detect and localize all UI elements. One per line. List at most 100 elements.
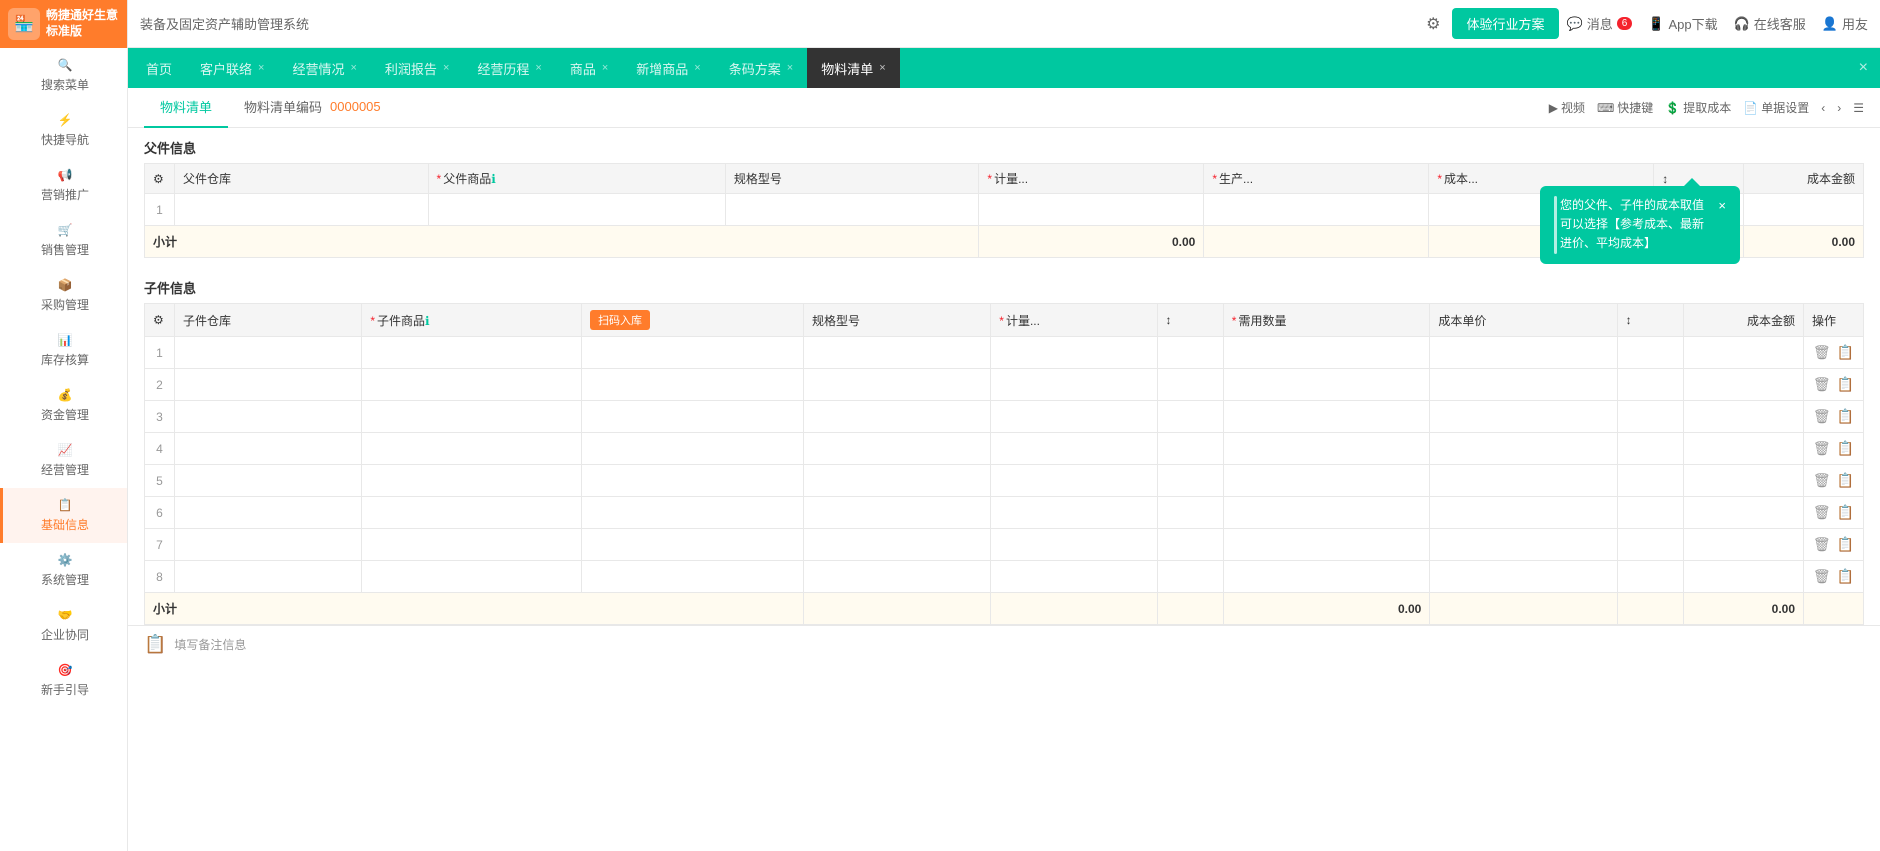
parent-qty-cell[interactable] bbox=[979, 194, 1204, 226]
child-needed-qty-cell[interactable] bbox=[1223, 529, 1430, 561]
child-spec-cell[interactable] bbox=[803, 401, 990, 433]
child-unit-cost-cell[interactable] bbox=[1430, 497, 1617, 529]
child-spec-cell[interactable] bbox=[803, 337, 990, 369]
extract-cost-btn[interactable]: 💲 提取成本 bbox=[1665, 99, 1731, 116]
close-tab-history[interactable]: × bbox=[535, 62, 541, 74]
sub-tab-bom[interactable]: 物料清单 bbox=[144, 88, 228, 128]
tab-barcode[interactable]: 条码方案 × bbox=[715, 48, 807, 88]
sidebar-item-inventory[interactable]: 📊 库存核算 bbox=[0, 323, 127, 378]
child-unit-cell[interactable] bbox=[991, 337, 1157, 369]
copy-icon[interactable]: 📋 bbox=[1837, 376, 1854, 393]
tab-operations[interactable]: 经营情况 × bbox=[278, 48, 370, 88]
child-unit-cell[interactable] bbox=[991, 497, 1157, 529]
online-service-btn[interactable]: 🎧 在线客服 bbox=[1734, 14, 1806, 33]
child-warehouse-cell[interactable] bbox=[175, 497, 362, 529]
tab-goods[interactable]: 商品 × bbox=[556, 48, 622, 88]
parent-prod-cell[interactable] bbox=[1204, 194, 1429, 226]
sidebar-item-basic[interactable]: 📋 基础信息 bbox=[0, 488, 127, 543]
child-goods-cell[interactable] bbox=[362, 497, 582, 529]
child-spec-cell[interactable] bbox=[803, 433, 990, 465]
user-menu[interactable]: 👤 用友 bbox=[1822, 14, 1868, 33]
copy-icon[interactable]: 📋 bbox=[1837, 536, 1854, 553]
parent-warehouse-cell[interactable] bbox=[175, 194, 429, 226]
child-spec-cell[interactable] bbox=[803, 369, 990, 401]
sidebar-item-operations[interactable]: 📈 经营管理 bbox=[0, 433, 127, 488]
child-unit-cost-cell[interactable] bbox=[1430, 401, 1617, 433]
child-unit-cost-cell[interactable] bbox=[1430, 433, 1617, 465]
gear-icon[interactable]: ⚙ bbox=[153, 172, 164, 186]
shortcut-btn[interactable]: ⌨ 快捷键 bbox=[1597, 99, 1653, 116]
close-tab-profit[interactable]: × bbox=[443, 62, 449, 74]
child-unit-cost-cell[interactable] bbox=[1430, 465, 1617, 497]
child-unit-cost-cell[interactable] bbox=[1430, 369, 1617, 401]
child-needed-qty-cell[interactable] bbox=[1223, 401, 1430, 433]
view-toggle-btn[interactable]: ☰ bbox=[1853, 101, 1864, 115]
close-tab-operations[interactable]: × bbox=[350, 62, 356, 74]
sidebar-item-finance[interactable]: 💰 资金管理 bbox=[0, 378, 127, 433]
tab-new-goods[interactable]: 新增商品 × bbox=[622, 48, 714, 88]
child-warehouse-cell[interactable] bbox=[175, 561, 362, 593]
child-unit-cell[interactable] bbox=[991, 465, 1157, 497]
child-goods-cell[interactable] bbox=[362, 529, 582, 561]
copy-icon[interactable]: 📋 bbox=[1837, 568, 1854, 585]
child-needed-qty-cell[interactable] bbox=[1223, 561, 1430, 593]
child-warehouse-cell[interactable] bbox=[175, 369, 362, 401]
sidebar-item-sales[interactable]: 🛒 销售管理 bbox=[0, 213, 127, 268]
delete-icon[interactable]: 🗑 bbox=[1813, 408, 1831, 425]
delete-icon[interactable]: 🗑 bbox=[1813, 504, 1831, 521]
child-unit-cell[interactable] bbox=[991, 369, 1157, 401]
child-unit-cost-cell[interactable] bbox=[1430, 337, 1617, 369]
child-unit-cell[interactable] bbox=[991, 529, 1157, 561]
sidebar-item-guide[interactable]: 🎯 新手引导 bbox=[0, 653, 127, 708]
child-needed-qty-cell[interactable] bbox=[1223, 497, 1430, 529]
tab-history[interactable]: 经营历程 × bbox=[463, 48, 555, 88]
child-spec-cell[interactable] bbox=[803, 561, 990, 593]
single-settings-btn[interactable]: 📄 单据设置 bbox=[1743, 99, 1809, 116]
child-needed-qty-cell[interactable] bbox=[1223, 433, 1430, 465]
parent-goods-cell[interactable] bbox=[428, 194, 725, 226]
child-unit-cell[interactable] bbox=[991, 433, 1157, 465]
child-goods-cell[interactable] bbox=[362, 561, 582, 593]
child-goods-cell[interactable] bbox=[362, 433, 582, 465]
copy-icon[interactable]: 📋 bbox=[1837, 504, 1854, 521]
child-goods-cell[interactable] bbox=[362, 369, 582, 401]
sidebar-item-search[interactable]: 🔍 搜索菜单 bbox=[0, 48, 127, 103]
tab-profit[interactable]: 利润报告 × bbox=[371, 48, 463, 88]
child-goods-cell[interactable] bbox=[362, 401, 582, 433]
child-goods-cell[interactable] bbox=[362, 465, 582, 497]
close-tab-barcode[interactable]: × bbox=[787, 62, 793, 74]
child-unit-cost-cell[interactable] bbox=[1430, 529, 1617, 561]
copy-icon[interactable]: 📋 bbox=[1837, 344, 1854, 361]
child-warehouse-cell[interactable] bbox=[175, 401, 362, 433]
child-spec-cell[interactable] bbox=[803, 497, 990, 529]
child-warehouse-cell[interactable] bbox=[175, 465, 362, 497]
close-tab-new-goods[interactable]: × bbox=[694, 62, 700, 74]
sidebar-item-marketing[interactable]: 📢 营销推广 bbox=[0, 158, 127, 213]
child-unit-cost-cell[interactable] bbox=[1430, 561, 1617, 593]
child-goods-cell[interactable] bbox=[362, 337, 582, 369]
delete-icon[interactable]: 🗑 bbox=[1813, 440, 1831, 457]
delete-icon[interactable]: 🗑 bbox=[1813, 568, 1831, 585]
child-needed-qty-cell[interactable] bbox=[1223, 337, 1430, 369]
child-th-gear[interactable]: ⚙ bbox=[145, 304, 175, 337]
nav-prev-btn[interactable]: ‹ bbox=[1821, 101, 1825, 115]
nav-next-btn[interactable]: › bbox=[1837, 101, 1841, 115]
copy-icon[interactable]: 📋 bbox=[1837, 472, 1854, 489]
child-unit-cell[interactable] bbox=[991, 401, 1157, 433]
copy-icon[interactable]: 📋 bbox=[1837, 440, 1854, 457]
parent-th-gear[interactable]: ⚙ bbox=[145, 164, 175, 194]
scan-btn[interactable]: 扫码入库 bbox=[590, 310, 650, 330]
child-warehouse-cell[interactable] bbox=[175, 433, 362, 465]
copy-icon[interactable]: 📋 bbox=[1837, 408, 1854, 425]
sidebar-item-purchase[interactable]: 📦 采购管理 bbox=[0, 268, 127, 323]
nav-close-btn[interactable]: × bbox=[1851, 59, 1876, 77]
tab-customer[interactable]: 客户联络 × bbox=[186, 48, 278, 88]
tooltip-close-btn[interactable]: × bbox=[1718, 196, 1726, 217]
delete-icon[interactable]: 🗑 bbox=[1813, 536, 1831, 553]
message-btn[interactable]: 💬 消息 6 bbox=[1567, 14, 1633, 33]
delete-icon[interactable]: 🗑 bbox=[1813, 472, 1831, 489]
child-unit-cell[interactable] bbox=[991, 561, 1157, 593]
child-needed-qty-cell[interactable] bbox=[1223, 369, 1430, 401]
sidebar-item-collab[interactable]: 🤝 企业协同 bbox=[0, 598, 127, 653]
settings-icon[interactable]: ⚙ bbox=[1426, 14, 1440, 34]
